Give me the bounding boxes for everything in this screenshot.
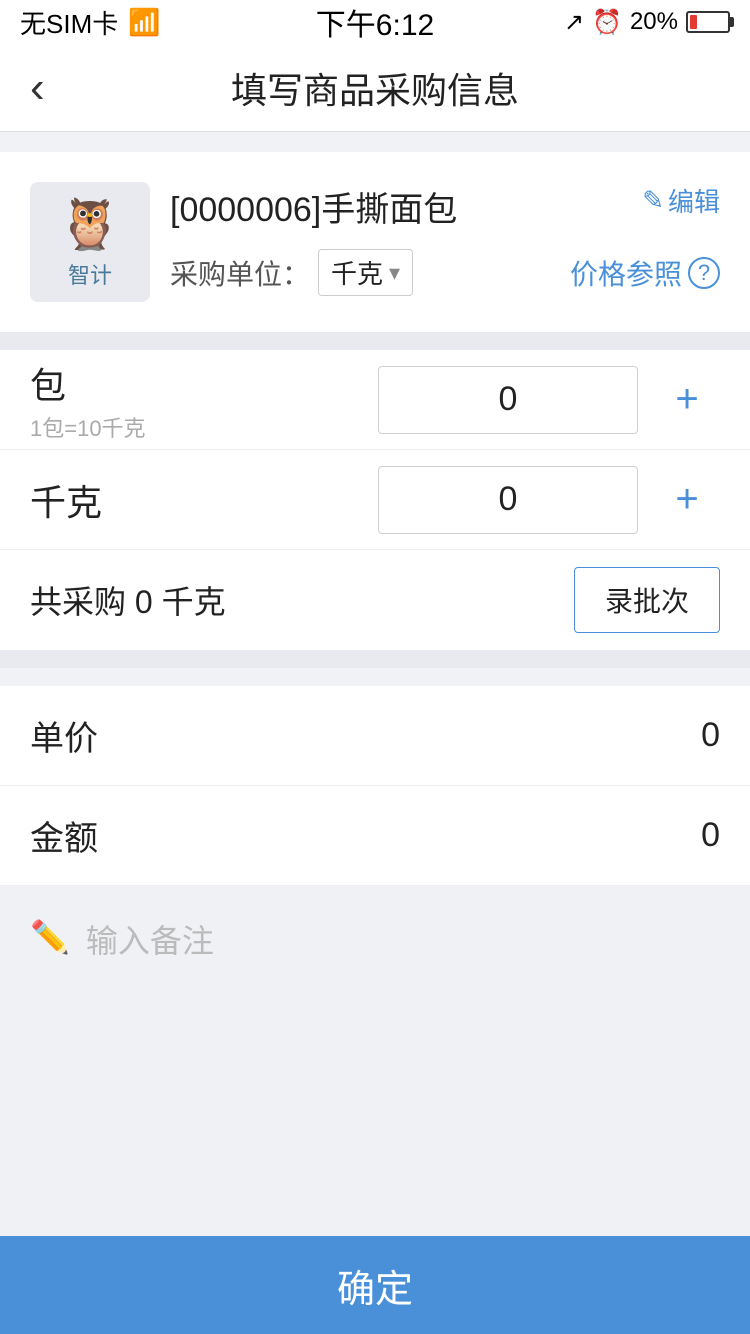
bag-plus-button[interactable]: + xyxy=(654,367,720,433)
bag-sub-label: 1包=10千克 xyxy=(30,411,170,443)
chevron-down-icon: ▾ xyxy=(389,260,400,286)
product-info: [0000006]手撕面包 ✎ 编辑 采购单位： 千克 ▾ 价格参照 ? xyxy=(170,182,720,296)
unit-price-row: 单价 0 xyxy=(0,686,750,786)
product-image: 🦉 智计 xyxy=(30,182,150,302)
status-bar: 无SIM卡 📶 下午6:12 ↗ ⏰ 20% xyxy=(0,0,750,44)
carrier-label: 无SIM卡 xyxy=(20,4,118,41)
section-divider-2 xyxy=(0,650,750,668)
confirm-label: 确定 xyxy=(337,1258,413,1313)
wifi-icon: 📶 xyxy=(128,7,160,38)
status-time: 下午6:12 xyxy=(316,0,434,44)
amount-label: 金额 xyxy=(30,811,98,860)
battery-percent: 20% xyxy=(630,8,678,36)
unit-label: 采购单位： xyxy=(170,253,310,293)
bag-input[interactable] xyxy=(378,366,638,434)
bag-field-wrap: + xyxy=(170,366,720,434)
help-icon: ? xyxy=(688,257,720,289)
unit-price-label: 单价 xyxy=(30,711,98,760)
price-ref-button[interactable]: 价格参照 ? xyxy=(570,253,720,293)
record-batch-button[interactable]: 录批次 xyxy=(574,567,720,633)
remarks-section[interactable]: ✏️ 输入备注 xyxy=(0,886,750,1006)
kg-input-row: 千克 + xyxy=(0,450,750,550)
confirm-button[interactable]: 确定 xyxy=(0,1236,750,1334)
status-left: 无SIM卡 📶 xyxy=(20,4,161,41)
unit-price-value: 0 xyxy=(701,716,720,755)
location-icon: ↗ xyxy=(564,8,584,37)
battery-icon xyxy=(686,11,730,33)
alarm-icon: ⏰ xyxy=(592,8,622,37)
product-logo-icon: 🦉 xyxy=(59,195,121,254)
kg-plus-button[interactable]: + xyxy=(654,467,720,533)
total-row: 共采购 0 千克 录批次 xyxy=(0,550,750,650)
kg-label: 千克 xyxy=(30,474,170,526)
product-name-row: [0000006]手撕面包 ✎ 编辑 xyxy=(170,182,720,231)
kg-label-group: 千克 xyxy=(30,474,170,526)
price-ref-label: 价格参照 xyxy=(570,253,682,293)
unit-value: 千克 xyxy=(331,254,383,291)
input-section: 包 1包=10千克 + 千克 + xyxy=(0,350,750,550)
edit-button[interactable]: ✎ 编辑 xyxy=(642,182,720,219)
nav-bar: ‹ 填写商品采购信息 xyxy=(0,44,750,132)
amount-value: 0 xyxy=(701,816,720,855)
product-card: 🦉 智计 [0000006]手撕面包 ✎ 编辑 采购单位： 千克 ▾ 价格参照 … xyxy=(0,152,750,332)
unit-select[interactable]: 千克 ▾ xyxy=(318,249,413,296)
kg-input[interactable] xyxy=(378,466,638,534)
amount-row: 金额 0 xyxy=(0,786,750,886)
section-divider-1 xyxy=(0,332,750,350)
page-title: 填写商品采购信息 xyxy=(231,62,519,114)
edit-icon: ✎ xyxy=(642,185,664,216)
kg-field-wrap: + xyxy=(170,466,720,534)
bag-label-group: 包 1包=10千克 xyxy=(30,357,170,443)
status-right: ↗ ⏰ 20% xyxy=(564,8,730,37)
pencil-icon: ✏️ xyxy=(30,918,70,956)
remarks-placeholder: 输入备注 xyxy=(86,916,214,962)
product-logo-text: 智计 xyxy=(68,258,112,290)
bag-input-row: 包 1包=10千克 + xyxy=(0,350,750,450)
unit-row: 采购单位： 千克 ▾ 价格参照 ? xyxy=(170,249,720,296)
bag-label: 包 xyxy=(30,357,170,409)
edit-label: 编辑 xyxy=(668,182,720,219)
back-button[interactable]: ‹ xyxy=(30,66,45,110)
product-name: [0000006]手撕面包 xyxy=(170,182,457,231)
total-label: 共采购 0 千克 xyxy=(30,577,226,623)
price-detail-section: 单价 0 金额 0 xyxy=(0,686,750,886)
